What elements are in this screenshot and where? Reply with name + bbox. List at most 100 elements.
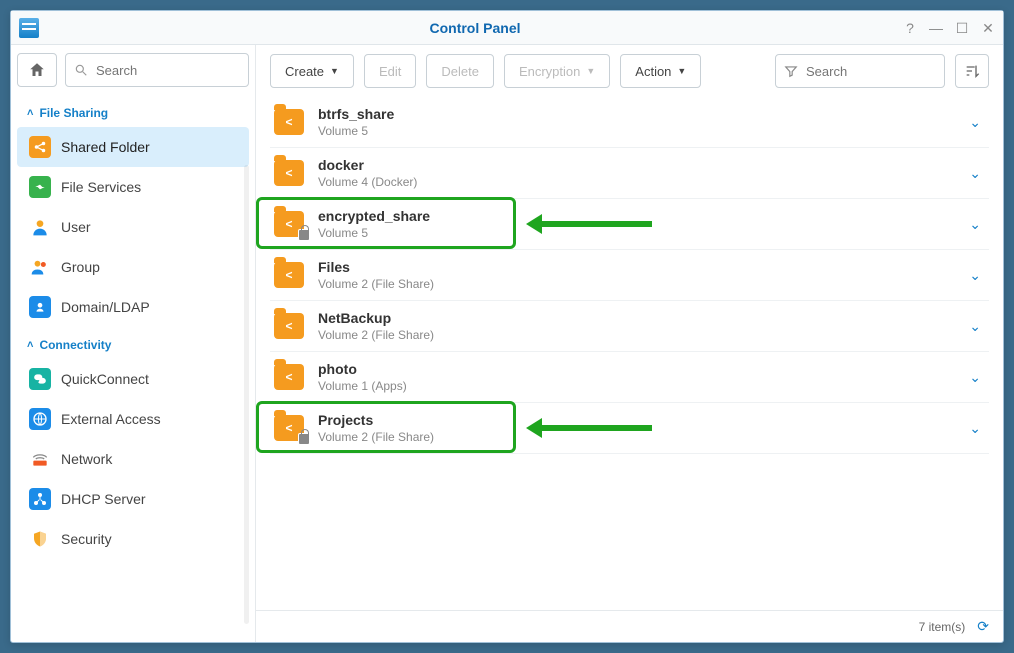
folder-row[interactable]: < NetBackupVolume 2 (File Share) ⌄ — [270, 301, 989, 352]
sidebar-item-external-access[interactable]: External Access — [17, 399, 249, 439]
refresh-button[interactable]: ⟳ — [977, 618, 989, 635]
folder-row[interactable]: < docker Volume 4 (Docker) ⌄ — [270, 148, 989, 199]
folder-info: encrypted_share Volume 5 — [318, 208, 951, 240]
folder-row[interactable]: <FilesVolume 2 (File Share)⌄ — [270, 250, 989, 301]
lock-icon — [298, 229, 310, 241]
sidebar-item-label: Shared Folder — [61, 139, 150, 155]
folder-icon: < — [274, 364, 304, 390]
folder-name: photo — [318, 361, 951, 377]
sidebar-item-user[interactable]: User — [17, 207, 249, 247]
expand-button[interactable]: ⌄ — [965, 263, 985, 288]
expand-button[interactable]: ⌄ — [965, 314, 985, 339]
chevron-up-icon: ˄ — [27, 339, 33, 351]
sidebar-scrollbar[interactable] — [244, 165, 249, 624]
sidebar-item-quickconnect[interactable]: QuickConnect — [17, 359, 249, 399]
expand-button[interactable]: ⌄ — [965, 110, 985, 135]
control-panel-window: Control Panel ? — ☐ ✕ — [10, 10, 1004, 643]
sort-icon — [964, 63, 980, 79]
create-button[interactable]: Create▼ — [270, 54, 354, 88]
network-icon — [29, 448, 51, 470]
folder-name: NetBackup — [318, 310, 951, 326]
sidebar-item-domain-ldap[interactable]: Domain/LDAP — [17, 287, 249, 327]
external-access-icon — [29, 408, 51, 430]
close-button[interactable]: ✕ — [981, 21, 995, 35]
sidebar-item-security[interactable]: Security — [17, 519, 249, 559]
folder-subtitle: Volume 1 (Apps) — [318, 379, 951, 393]
folder-subtitle: Volume 4 (Docker) — [318, 175, 951, 189]
delete-button[interactable]: Delete — [426, 54, 494, 88]
sidebar-item-label: User — [61, 219, 91, 235]
folder-info: btrfs_share Volume 5 — [318, 106, 951, 138]
sort-button[interactable] — [955, 54, 989, 88]
filter-input[interactable] — [775, 54, 945, 88]
maximize-button[interactable]: ☐ — [955, 21, 969, 35]
folder-info: photo Volume 1 (Apps) — [318, 361, 951, 393]
sidebar-item-label: Domain/LDAP — [61, 299, 150, 315]
action-button[interactable]: Action▼ — [620, 54, 701, 88]
chevron-up-icon: ˄ — [27, 107, 33, 119]
filter-icon — [784, 64, 798, 78]
sidebar: ˄ File Sharing Shared Folder File Servic… — [11, 45, 256, 642]
home-icon — [28, 61, 46, 79]
folder-row[interactable]: < photo Volume 1 (Apps) ⌄ — [270, 352, 989, 403]
sidebar-item-label: File Services — [61, 179, 141, 195]
folder-name: Projects — [318, 412, 951, 428]
item-count: 7 item(s) — [919, 620, 966, 634]
folder-subtitle: Volume 5 — [318, 124, 951, 138]
main-panel: Create▼ Edit Delete Encryption▼ Action▼ … — [256, 45, 1003, 642]
section-connectivity[interactable]: ˄ Connectivity — [17, 331, 249, 359]
sidebar-item-label: Security — [61, 531, 112, 547]
folder-info: docker Volume 4 (Docker) — [318, 157, 951, 189]
caret-down-icon: ▼ — [330, 66, 339, 76]
folder-icon: < — [274, 211, 304, 237]
section-label: Connectivity — [39, 338, 111, 352]
folder-icon: < — [274, 109, 304, 135]
window-body: ˄ File Sharing Shared Folder File Servic… — [11, 45, 1003, 642]
encryption-button[interactable]: Encryption▼ — [504, 54, 610, 88]
expand-button[interactable]: ⌄ — [965, 365, 985, 390]
folder-row[interactable]: < encrypted_share Volume 5 ⌄ — [270, 199, 989, 250]
sidebar-search-input[interactable] — [65, 53, 249, 87]
sidebar-item-label: Group — [61, 259, 100, 275]
folder-name: Files — [318, 259, 951, 275]
folder-name: encrypted_share — [318, 208, 951, 224]
section-label: File Sharing — [39, 106, 108, 120]
toolbar: Create▼ Edit Delete Encryption▼ Action▼ — [256, 45, 1003, 97]
quickconnect-icon — [29, 368, 51, 390]
security-icon — [29, 528, 51, 550]
sidebar-item-group[interactable]: Group — [17, 247, 249, 287]
folder-icon: < — [274, 313, 304, 339]
search-icon — [74, 63, 88, 77]
folder-icon: < — [274, 262, 304, 288]
status-bar: 7 item(s) ⟳ — [256, 610, 1003, 642]
caret-down-icon: ▼ — [677, 66, 686, 76]
folder-list: < btrfs_share Volume 5 ⌄ < docker Volume 4 (Do… — [256, 97, 1003, 610]
domain-ldap-icon — [29, 296, 51, 318]
folder-info: Projects Volume 2 (File Share) — [318, 412, 951, 444]
folder-row[interactable]: <ProjectsVolume 2 (File Share)⌄ — [270, 403, 989, 454]
folder-subtitle: Volume 5 — [318, 226, 951, 240]
home-button[interactable] — [17, 53, 57, 87]
expand-button[interactable]: ⌄ — [965, 212, 985, 237]
help-button[interactable]: ? — [903, 21, 917, 35]
expand-button[interactable]: ⌄ — [965, 161, 985, 186]
folder-name: btrfs_share — [318, 106, 951, 122]
sidebar-item-dhcp-server[interactable]: DHCP Server — [17, 479, 249, 519]
section-file-sharing[interactable]: ˄ File Sharing — [17, 99, 249, 127]
window-title: Control Panel — [47, 20, 903, 36]
folder-row[interactable]: < btrfs_share Volume 5 ⌄ — [270, 97, 989, 148]
folder-icon: < — [274, 160, 304, 186]
sidebar-item-file-services[interactable]: File Services — [17, 167, 249, 207]
sidebar-item-label: QuickConnect — [61, 371, 149, 387]
group-icon — [29, 256, 51, 278]
lock-icon — [298, 433, 310, 445]
sidebar-item-network[interactable]: Network — [17, 439, 249, 479]
folder-info: NetBackupVolume 2 (File Share) — [318, 310, 951, 342]
sidebar-item-shared-folder[interactable]: Shared Folder — [17, 127, 249, 167]
folder-subtitle: Volume 2 (File Share) — [318, 430, 951, 444]
folder-name: docker — [318, 157, 951, 173]
sidebar-item-label: Network — [61, 451, 112, 467]
minimize-button[interactable]: — — [929, 21, 943, 35]
edit-button[interactable]: Edit — [364, 54, 416, 88]
expand-button[interactable]: ⌄ — [965, 416, 985, 441]
